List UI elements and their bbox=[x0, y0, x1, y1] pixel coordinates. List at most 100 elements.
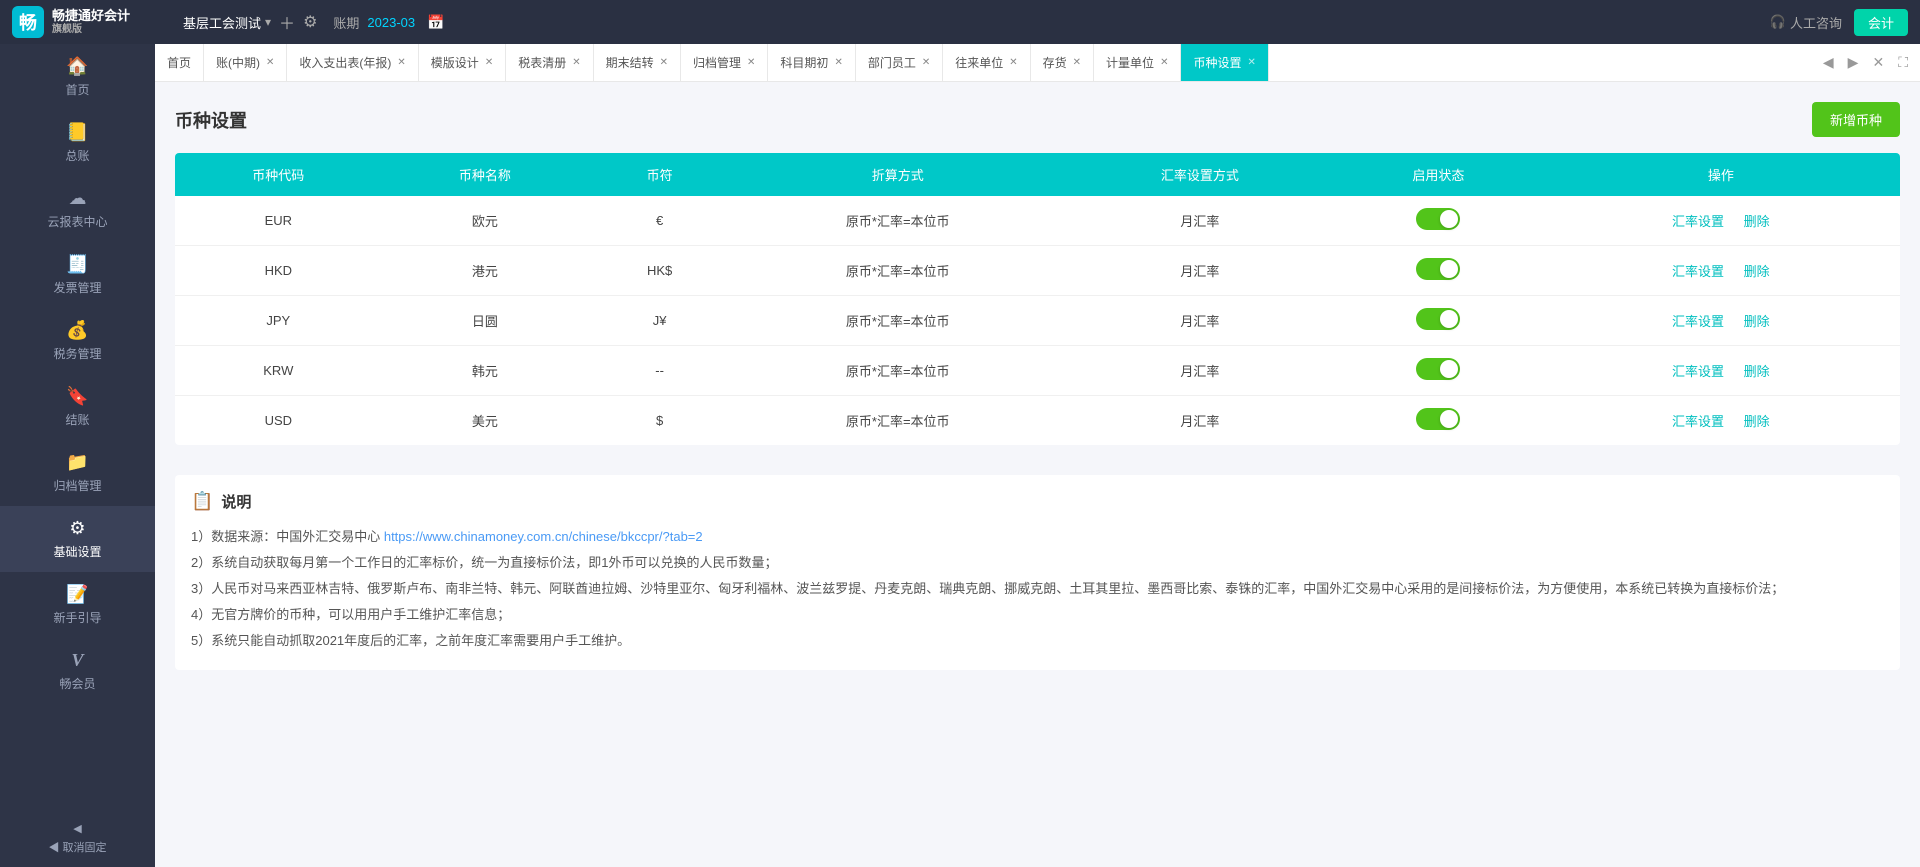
cell-actions: 汇率设置 删除 bbox=[1542, 396, 1900, 446]
org-selector[interactable]: 基层工会测试 ▾ bbox=[183, 13, 271, 32]
tab-unit[interactable]: 计量单位 ✕ bbox=[1094, 44, 1181, 81]
col-action: 操作 bbox=[1542, 153, 1900, 196]
sidebar-item-checkout[interactable]: 🔖 结账 bbox=[0, 374, 155, 440]
enable-toggle[interactable] bbox=[1416, 258, 1460, 280]
enable-toggle[interactable] bbox=[1416, 208, 1460, 230]
cell-name: 港元 bbox=[382, 246, 589, 296]
delete-link[interactable]: 删除 bbox=[1744, 214, 1770, 229]
close-icon[interactable]: ✕ bbox=[572, 57, 580, 68]
top-bar: 畅 畅捷通好会计 旗舰版 基层工会测试 ▾ ＋ ⚙ 账期 2023-03 📅 🎧… bbox=[0, 0, 1920, 44]
sidebar-item-ledger[interactable]: 📒 总账 bbox=[0, 110, 155, 176]
new-currency-button[interactable]: 新增币种 bbox=[1812, 102, 1900, 137]
close-icon[interactable]: ✕ bbox=[747, 57, 755, 68]
sidebar-item-home[interactable]: 🏠 首页 bbox=[0, 44, 155, 110]
sidebar-item-archive[interactable]: 📁 归档管理 bbox=[0, 440, 155, 506]
cell-rate-type: 月汇率 bbox=[1065, 246, 1336, 296]
tab-label-dept: 部门员工 bbox=[868, 54, 916, 71]
settings-icon[interactable]: ⚙ bbox=[303, 12, 317, 32]
cell-symbol: € bbox=[588, 196, 731, 246]
cell-name: 欧元 bbox=[382, 196, 589, 246]
app-container: 畅 畅捷通好会计 旗舰版 基层工会测试 ▾ ＋ ⚙ 账期 2023-03 📅 🎧… bbox=[0, 0, 1920, 867]
notice-title: 📋 说明 bbox=[191, 491, 1884, 512]
sidebar-item-tax[interactable]: 💰 税务管理 bbox=[0, 308, 155, 374]
tab-subject[interactable]: 科目期初 ✕ bbox=[768, 44, 855, 81]
tab-income[interactable]: 收入支出表(年报) ✕ bbox=[287, 44, 418, 81]
notice-section: 📋 说明 1）数据来源：中国外汇交易中心 https://www.chinamo… bbox=[175, 475, 1900, 670]
enable-toggle[interactable] bbox=[1416, 358, 1460, 380]
logo: 畅 畅捷通好会计 旗舰版 bbox=[12, 6, 167, 38]
tab-inventory[interactable]: 存货 ✕ bbox=[1031, 44, 1094, 81]
tab-label-currency: 币种设置 bbox=[1193, 54, 1241, 71]
invoice-icon: 🧾 bbox=[66, 254, 88, 275]
close-icon[interactable]: ✕ bbox=[834, 57, 842, 68]
delete-link[interactable]: 删除 bbox=[1744, 264, 1770, 279]
cell-symbol: $ bbox=[588, 396, 731, 446]
close-icon[interactable]: ✕ bbox=[1160, 57, 1168, 68]
enable-toggle[interactable] bbox=[1416, 408, 1460, 430]
notice-link[interactable]: https://www.chinamoney.com.cn/chinese/bk… bbox=[384, 529, 703, 544]
tab-close-all-button[interactable]: ✕ bbox=[1868, 52, 1888, 73]
account-button[interactable]: 会计 bbox=[1854, 9, 1908, 36]
org-name: 基层工会测试 bbox=[183, 13, 261, 32]
member-icon: V bbox=[71, 650, 83, 671]
close-icon[interactable]: ✕ bbox=[397, 57, 405, 68]
delete-link[interactable]: 删除 bbox=[1744, 314, 1770, 329]
tab-currency[interactable]: 币种设置 ✕ bbox=[1181, 44, 1268, 81]
delete-link[interactable]: 删除 bbox=[1744, 364, 1770, 379]
tab-tax-table[interactable]: 税表清册 ✕ bbox=[506, 44, 593, 81]
sidebar-item-invoice[interactable]: 🧾 发票管理 bbox=[0, 242, 155, 308]
calendar-icon[interactable]: 📅 bbox=[427, 14, 444, 31]
cell-actions: 汇率设置 删除 bbox=[1542, 296, 1900, 346]
tab-expand-button[interactable]: ⛶ bbox=[1894, 52, 1912, 73]
tab-filing[interactable]: 归档管理 ✕ bbox=[681, 44, 768, 81]
rate-setting-link[interactable]: 汇率设置 bbox=[1672, 414, 1724, 429]
tab-template[interactable]: 模版设计 ✕ bbox=[419, 44, 506, 81]
notice-item: 4）无官方牌价的币种，可以用用户手工维护汇率信息； bbox=[191, 602, 1884, 628]
close-icon[interactable]: ✕ bbox=[922, 57, 930, 68]
rate-setting-link[interactable]: 汇率设置 bbox=[1672, 314, 1724, 329]
sidebar-item-report[interactable]: ☁ 云报表中心 bbox=[0, 176, 155, 242]
close-icon[interactable]: ✕ bbox=[660, 57, 668, 68]
delete-link[interactable]: 删除 bbox=[1744, 414, 1770, 429]
col-name: 币种名称 bbox=[382, 153, 589, 196]
sidebar-item-member[interactable]: V 畅会员 bbox=[0, 638, 155, 704]
sidebar-collapse-btn[interactable]: ◀ ◀ 取消固定 bbox=[0, 810, 155, 867]
sidebar-item-settings[interactable]: ⚙ 基础设置 bbox=[0, 506, 155, 572]
rate-setting-link[interactable]: 汇率设置 bbox=[1672, 264, 1724, 279]
sidebar-label-tax: 税务管理 bbox=[53, 345, 101, 362]
tab-prev-button[interactable]: ◀ bbox=[1819, 52, 1838, 73]
logo-name: 畅捷通好会计 bbox=[52, 8, 130, 24]
notice-icon: 📋 bbox=[191, 491, 213, 512]
archive-icon: 📁 bbox=[66, 452, 88, 473]
cell-code: HKD bbox=[175, 246, 382, 296]
table-row: HKD 港元 HK$ 原币*汇率=本位币 月汇率 汇率设置 删除 bbox=[175, 246, 1900, 296]
help-button[interactable]: 🎧 人工咨询 bbox=[1770, 13, 1842, 32]
rate-setting-link[interactable]: 汇率设置 bbox=[1672, 214, 1724, 229]
currency-data-table: 币种代码 币种名称 币符 折算方式 汇率设置方式 启用状态 操作 EUR 欧 bbox=[175, 153, 1900, 445]
sidebar-item-guide[interactable]: 📝 新手引导 bbox=[0, 572, 155, 638]
collapse-label: ◀ 取消固定 bbox=[48, 839, 106, 855]
close-icon[interactable]: ✕ bbox=[485, 57, 493, 68]
tab-label-template: 模版设计 bbox=[431, 54, 479, 71]
tab-dept[interactable]: 部门员工 ✕ bbox=[856, 44, 943, 81]
tab-next-button[interactable]: ▶ bbox=[1844, 52, 1863, 73]
tab-home[interactable]: 首页 bbox=[155, 44, 204, 81]
rate-setting-link[interactable]: 汇率设置 bbox=[1672, 364, 1724, 379]
notice-item: 2）系统自动获取每月第一个工作日的汇率标价，统一为直接标价法，即1外币可以兑换的… bbox=[191, 550, 1884, 576]
tab-contacts[interactable]: 往来单位 ✕ bbox=[943, 44, 1030, 81]
table-row: KRW 韩元 -- 原币*汇率=本位币 月汇率 汇率设置 删除 bbox=[175, 346, 1900, 396]
tab-period[interactable]: 账(中期) ✕ bbox=[204, 44, 287, 81]
close-icon[interactable]: ✕ bbox=[1247, 57, 1255, 68]
add-org-icon[interactable]: ＋ bbox=[279, 10, 295, 34]
close-icon[interactable]: ✕ bbox=[1009, 57, 1017, 68]
close-icon[interactable]: ✕ bbox=[1073, 57, 1081, 68]
page-header: 币种设置 新增币种 bbox=[175, 102, 1900, 137]
col-status: 启用状态 bbox=[1335, 153, 1542, 196]
sidebar: 🏠 首页 📒 总账 ☁ 云报表中心 🧾 发票管理 💰 税务管理 🔖 结账 bbox=[0, 44, 155, 867]
cell-code: EUR bbox=[175, 196, 382, 246]
cell-code: JPY bbox=[175, 296, 382, 346]
close-icon[interactable]: ✕ bbox=[266, 57, 274, 68]
enable-toggle[interactable] bbox=[1416, 308, 1460, 330]
tab-label-tax-table: 税表清册 bbox=[518, 54, 566, 71]
tab-period-end[interactable]: 期末结转 ✕ bbox=[594, 44, 681, 81]
